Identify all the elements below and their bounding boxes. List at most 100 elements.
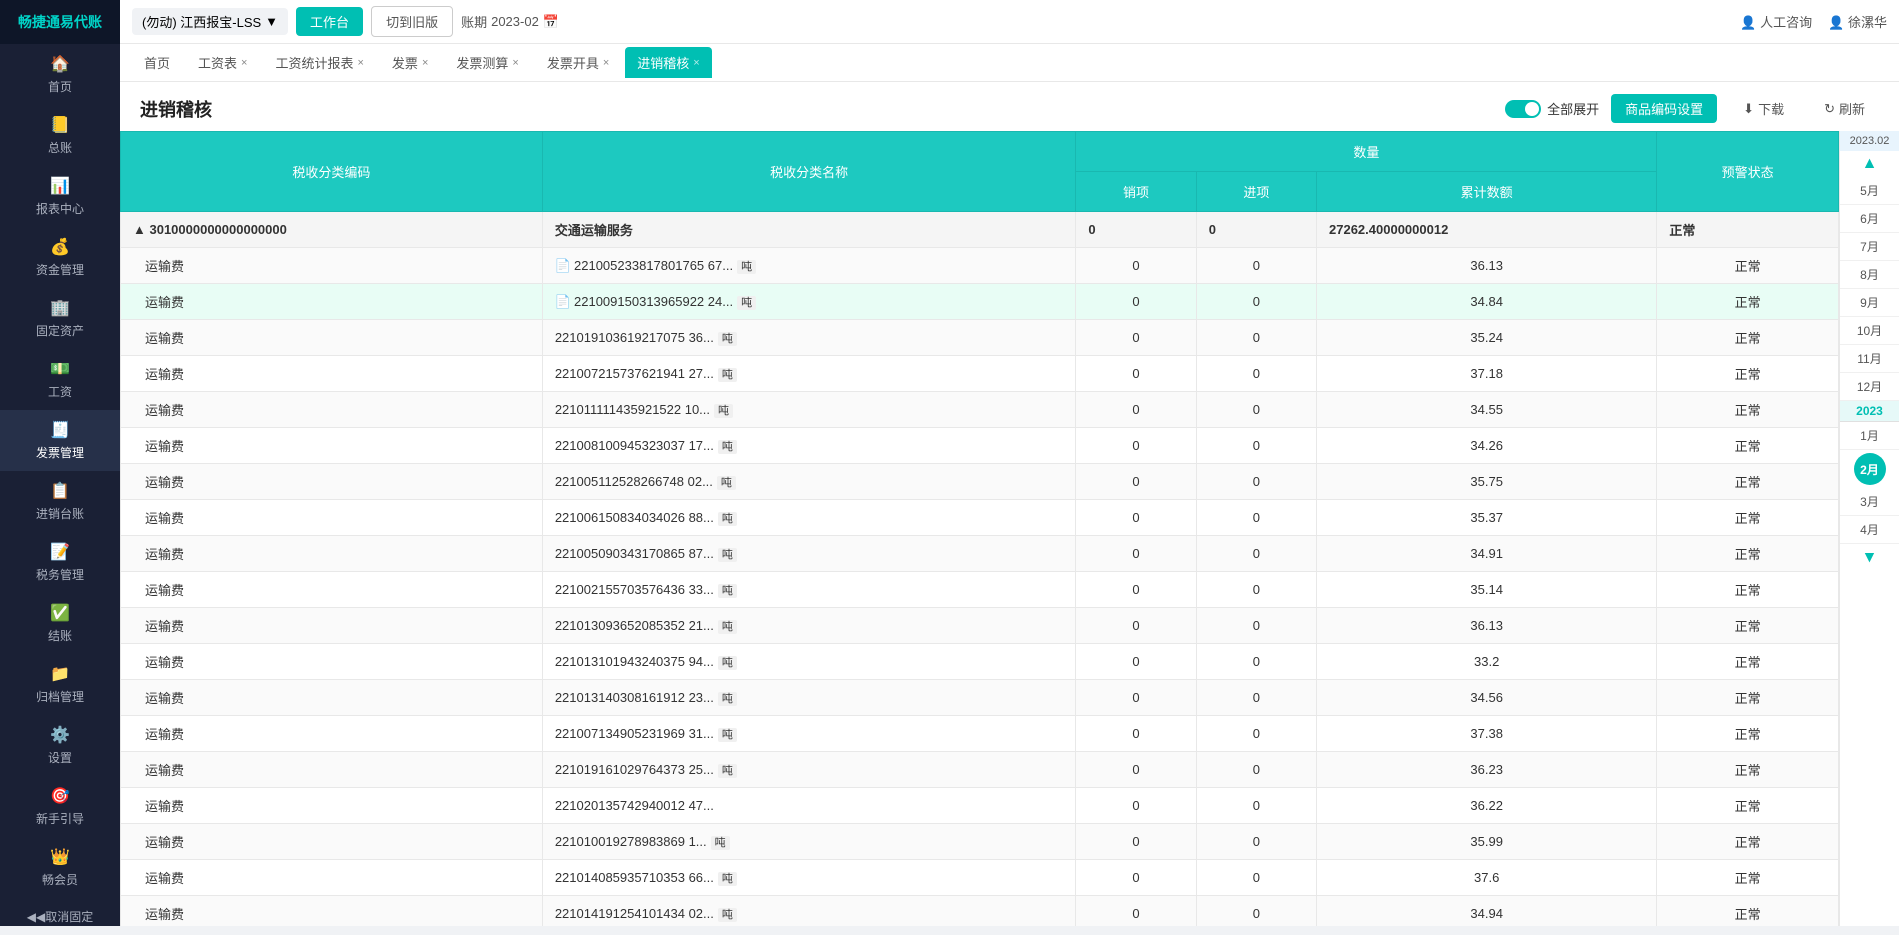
tab-close-icon[interactable]: × [241, 57, 247, 69]
cal-month-6[interactable]: 6月 [1840, 205, 1899, 233]
table-row[interactable]: 运输费 221005112528266748 02...吨 0 0 35.75 … [121, 464, 1839, 500]
table-row[interactable]: 运输费 221020135742940012 47... 0 0 36.22 正… [121, 788, 1839, 824]
tab-label: 工资表 [198, 53, 237, 72]
table-row[interactable]: 运输费 221008100945323037 17...吨 0 0 34.26 … [121, 428, 1839, 464]
table-row[interactable]: 运输费 221007215737621941 27...吨 0 0 37.18 … [121, 356, 1839, 392]
cal-month-5[interactable]: 5月 [1840, 177, 1899, 205]
item-invoice-cell: 221008100945323037 17...吨 [542, 428, 1076, 464]
table-row[interactable]: 运输费 221005090343170865 87...吨 0 0 34.91 … [121, 536, 1839, 572]
sidebar-item-sales-ledger[interactable]: 📋 进销台账 [0, 471, 120, 532]
tab-close-icon[interactable]: × [422, 57, 428, 69]
item-invoice-cell: 221002155703576436 33...吨 [542, 572, 1076, 608]
sidebar-item-archive[interactable]: 📁 归档管理 [0, 654, 120, 715]
cal-month-11[interactable]: 11月 [1840, 345, 1899, 373]
sidebar-item-tax[interactable]: 📝 税务管理 [0, 532, 120, 593]
sidebar-item-label: 首页 [48, 78, 72, 95]
sidebar-item-guide[interactable]: 🎯 新手引导 [0, 776, 120, 837]
table-row[interactable]: 运输费 221010019278983869 1...吨 0 0 35.99 正… [121, 824, 1839, 860]
tab-close-icon[interactable]: × [512, 57, 518, 69]
table-row[interactable]: 运输费 221013093652085352 21...吨 0 0 36.13 … [121, 608, 1839, 644]
item-amount-cell: 35.14 [1317, 572, 1657, 608]
table-row[interactable]: 运输费 221006150834034026 88...吨 0 0 35.37 … [121, 500, 1839, 536]
customer-service[interactable]: 👤 人工咨询 [1740, 12, 1812, 31]
table-row[interactable]: ▲ 3010000000000000000 交通运输服务 0 0 27262.4… [121, 212, 1839, 248]
table-row[interactable]: 运输费 221013101943240375 94...吨 0 0 33.2 正… [121, 644, 1839, 680]
expand-toggle[interactable]: 全部展开 [1505, 99, 1599, 118]
cal-nav-down[interactable]: ▲ [1840, 544, 1899, 570]
sidebar-item-settings[interactable]: ⚙️ 设置 [0, 715, 120, 776]
sidebar-item-salary[interactable]: 💵 工资 [0, 349, 120, 410]
table-row[interactable]: 运输费 221014191254101434 02...吨 0 0 34.94 … [121, 896, 1839, 927]
file-icon: 📄 [555, 258, 571, 273]
tab-invoice[interactable]: 发票 × [380, 47, 440, 78]
cal-month-9[interactable]: 9月 [1840, 289, 1899, 317]
page-header: 进销稽核 全部展开 商品编码设置 ⬇ 下载 ↻ 刷新 [120, 82, 1899, 131]
invoice-icon: 🧾 [50, 420, 70, 440]
sidebar-item-finance[interactable]: 💰 资金管理 [0, 227, 120, 288]
switch-version-button[interactable]: 切到旧版 [371, 6, 453, 37]
cal-month-3[interactable]: 3月 [1840, 488, 1899, 516]
item-name-cell: 运输费 [121, 896, 543, 927]
sidebar-item-label: 固定资产 [36, 322, 84, 339]
cal-month-4[interactable]: 4月 [1840, 516, 1899, 544]
product-code-settings-button[interactable]: 商品编码设置 [1611, 94, 1717, 123]
tab-close-icon[interactable]: × [693, 57, 699, 69]
table-row[interactable]: 运输费 📄221009150313965922 24...吨 0 0 34.84… [121, 284, 1839, 320]
checkout-icon: ✅ [50, 603, 70, 623]
item-name-cell: 运输费 [121, 860, 543, 896]
company-selector[interactable]: (勿动) 江西报宝-LSS ▼ [132, 8, 288, 35]
table-row[interactable]: 运输费 221007134905231969 31...吨 0 0 37.38 … [121, 716, 1839, 752]
sidebar-item-ledger[interactable]: 📒 总账 [0, 105, 120, 166]
sidebar-item-assets[interactable]: 🏢 固定资产 [0, 288, 120, 349]
item-status-cell: 正常 [1657, 464, 1839, 500]
cal-month-10[interactable]: 10月 [1840, 317, 1899, 345]
table-row[interactable]: 运输费 221011111435921522 10...吨 0 0 34.55 … [121, 392, 1839, 428]
item-invoice-cell: 📄221005233817801765 67...吨 [542, 248, 1076, 284]
tab-label: 发票测算 [456, 53, 508, 72]
item-invoice-cell: 221005090343170865 87...吨 [542, 536, 1076, 572]
table-row[interactable]: 运输费 221013140308161912 23...吨 0 0 34.56 … [121, 680, 1839, 716]
tab-invoice-issue[interactable]: 发票开具 × [535, 47, 621, 78]
tab-home[interactable]: 首页 [132, 47, 182, 78]
sidebar-item-reports[interactable]: 📊 报表中心 [0, 166, 120, 227]
unpin-button[interactable]: ◀◀ 取消固定 [0, 898, 120, 935]
cal-year-prev[interactable]: 2023.02 [1840, 131, 1899, 151]
sidebar-item-home[interactable]: 🏠 首页 [0, 44, 120, 105]
cal-month-12[interactable]: 12月 [1840, 373, 1899, 401]
download-button[interactable]: ⬇ 下载 [1729, 94, 1798, 123]
item-status-cell: 正常 [1657, 896, 1839, 927]
tab-sales-audit[interactable]: 进销稽核 × [625, 47, 711, 78]
cal-month-7[interactable]: 7月 [1840, 233, 1899, 261]
sidebar-item-checkout[interactable]: ✅ 结账 [0, 593, 120, 654]
user-avatar[interactable]: 👤 徐漯华 [1828, 12, 1887, 31]
col-total-header: 累计数额 [1317, 172, 1657, 212]
cal-nav-up[interactable]: ▲ [1840, 151, 1899, 177]
cal-month-1[interactable]: 1月 [1840, 422, 1899, 450]
cal-month-8[interactable]: 8月 [1840, 261, 1899, 289]
sidebar-item-invoice[interactable]: 🧾 发票管理 [0, 410, 120, 471]
tab-close-icon[interactable]: × [603, 57, 609, 69]
toggle-switch[interactable] [1505, 100, 1541, 118]
data-table: 税收分类编码 税收分类名称 数量 预警状态 销项 进项 累计数额 ▲ 301 [120, 131, 1839, 926]
table-row[interactable]: 运输费 221002155703576436 33...吨 0 0 35.14 … [121, 572, 1839, 608]
refresh-button[interactable]: ↻ 刷新 [1810, 94, 1879, 123]
tab-salary-table[interactable]: 工资表 × [186, 47, 259, 78]
table-row[interactable]: 运输费 📄221005233817801765 67...吨 0 0 36.13… [121, 248, 1839, 284]
tab-salary-stats[interactable]: 工资统计报表 × [263, 47, 375, 78]
page-actions: 全部展开 商品编码设置 ⬇ 下载 ↻ 刷新 [1505, 94, 1879, 123]
table-row[interactable]: 运输费 221019103619217075 36...吨 0 0 35.24 … [121, 320, 1839, 356]
tab-invoice-calc[interactable]: 发票测算 × [444, 47, 530, 78]
calendar-icon[interactable]: 📅 [543, 14, 559, 30]
item-name-cell: 运输费 [121, 464, 543, 500]
table-row[interactable]: 运输费 221019161029764373 25...吨 0 0 36.23 … [121, 752, 1839, 788]
workspace-button[interactable]: 工作台 [296, 7, 363, 36]
item-amount-cell: 34.26 [1317, 428, 1657, 464]
item-name-cell: 运输费 [121, 716, 543, 752]
cal-month-2-active[interactable]: 2月 [1854, 453, 1886, 485]
item-purchase-cell: 0 [1196, 824, 1316, 860]
table-row[interactable]: 运输费 221014085935710353 66...吨 0 0 37.6 正… [121, 860, 1839, 896]
item-amount-cell: 37.18 [1317, 356, 1657, 392]
item-invoice-cell: 221007134905231969 31...吨 [542, 716, 1076, 752]
tab-close-icon[interactable]: × [357, 57, 363, 69]
sidebar-item-member[interactable]: 👑 畅会员 [0, 837, 120, 898]
